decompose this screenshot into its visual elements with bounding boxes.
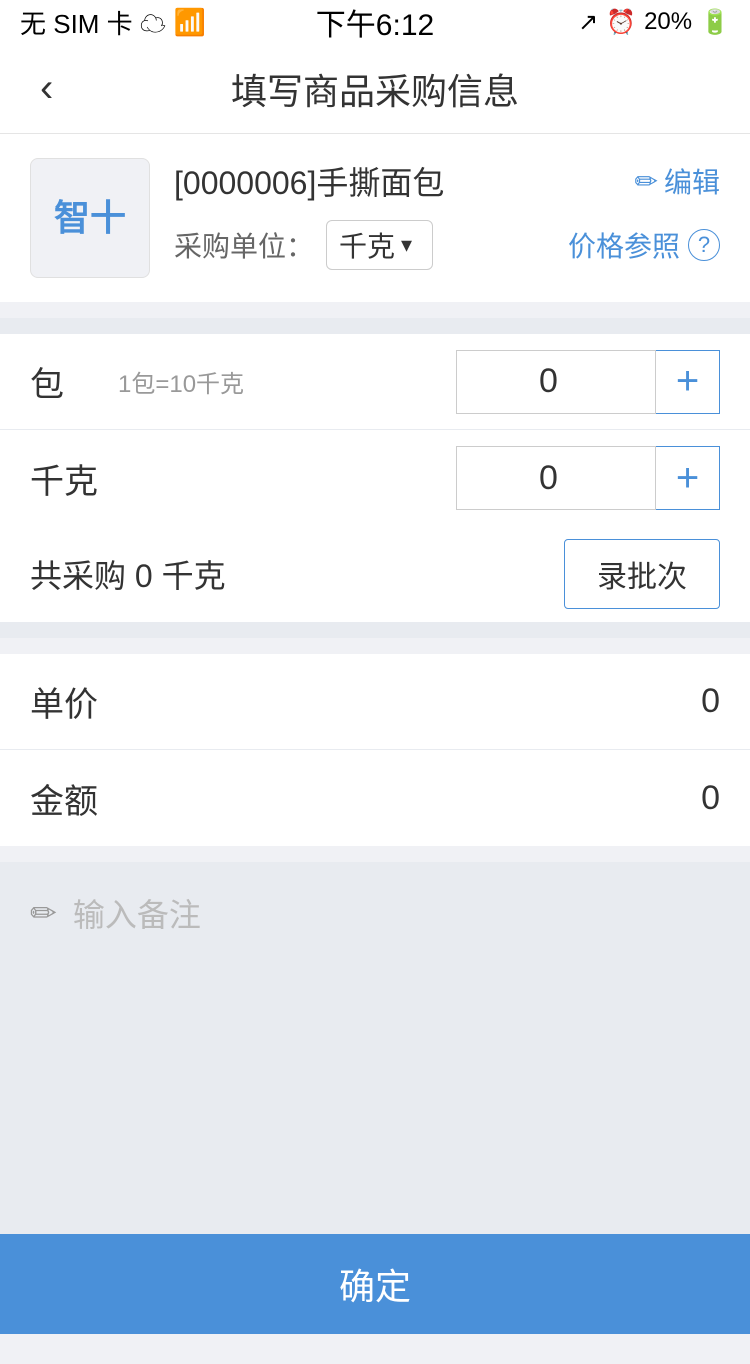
info-icon: ? [688,229,720,261]
bag-sublabel: 1包=10千克 [118,364,456,399]
unit-label: 采购单位： [174,225,314,265]
status-bar: 无 SIM 卡 ☁ 📶 下午6:12 ↗ ⏰ 20% 🔋 [0,0,750,44]
bag-input-right: + [456,350,720,414]
alarm-icon: ⏰ [606,8,636,37]
wifi-icon: 📶 [174,7,206,38]
summary-row: 共采购 0 千克 录批次 [0,526,750,622]
bag-plus-button[interactable]: + [656,350,720,414]
amount-value: 0 [701,779,720,818]
status-bar-right: ↗ ⏰ 20% 🔋 [578,8,730,37]
nav-bar: ‹ 填写商品采购信息 [0,44,750,134]
product-info: [0000006]手撕面包 ✏ 编辑 采购单位： 千克 ▾ 价格参照 ? [174,158,720,270]
confirm-button[interactable]: 确定 [0,1234,750,1334]
battery-level: 20% [644,8,692,36]
back-button[interactable]: ‹ [30,56,63,121]
kg-plus-button[interactable]: + [656,446,720,510]
kg-input-right: + [456,446,720,510]
kg-label: 千克 [30,454,110,503]
amount-row: 金额 0 [0,750,750,846]
unit-value: 千克 [339,225,395,265]
product-name: [0000006]手撕面包 [174,158,444,204]
product-image-text: 智十 [54,196,126,239]
signal-status: 无 SIM 卡 ☁ [20,4,166,41]
divider-2 [0,622,750,638]
edit-icon: ✏ [635,165,658,198]
unit-row: 采购单位： 千克 ▾ 价格参照 ? [174,220,720,270]
status-bar-time: 下午6:12 [316,0,434,44]
summary-section: 共采购 0 千克 录批次 [0,526,750,622]
bag-input-row: 包 1包=10千克 + [0,334,750,430]
unit-price-value: 0 [701,682,720,721]
remark-section[interactable]: ✏ 输入备注 [0,862,750,964]
unit-price-label: 单价 [30,677,98,726]
edit-button[interactable]: ✏ 编辑 [635,161,720,201]
product-name-row: [0000006]手撕面包 ✏ 编辑 [174,158,720,204]
kg-input-row: 千克 + [0,430,750,526]
location-icon: ↗ [578,8,598,37]
battery-icon: 🔋 [700,8,730,37]
amount-label: 金额 [30,774,98,823]
price-section: 单价 0 金额 0 [0,654,750,846]
dropdown-icon: ▾ [401,232,412,258]
product-card: 智十 [0000006]手撕面包 ✏ 编辑 采购单位： 千克 ▾ [0,134,750,302]
batch-button[interactable]: 录批次 [564,539,720,609]
unit-price-row: 单价 0 [0,654,750,750]
price-ref-label: 价格参照 [568,225,680,265]
input-section: 包 1包=10千克 + 千克 + [0,334,750,526]
page-title: 填写商品采购信息 [231,63,519,115]
unit-select[interactable]: 千克 ▾ [326,220,433,270]
kg-quantity-input[interactable] [456,446,656,510]
product-image: 智十 [30,158,150,278]
divider-1 [0,318,750,334]
edit-label: 编辑 [664,161,720,201]
status-bar-left: 无 SIM 卡 ☁ 📶 [20,4,206,41]
remark-placeholder: 输入备注 [73,890,201,936]
bag-label: 包 [30,357,110,406]
bag-quantity-input[interactable] [456,350,656,414]
summary-text: 共采购 0 千克 [30,551,226,597]
price-ref-button[interactable]: 价格参照 ? [568,225,720,265]
pencil-icon: ✏ [30,894,57,932]
bottom-spacer [0,964,750,1264]
